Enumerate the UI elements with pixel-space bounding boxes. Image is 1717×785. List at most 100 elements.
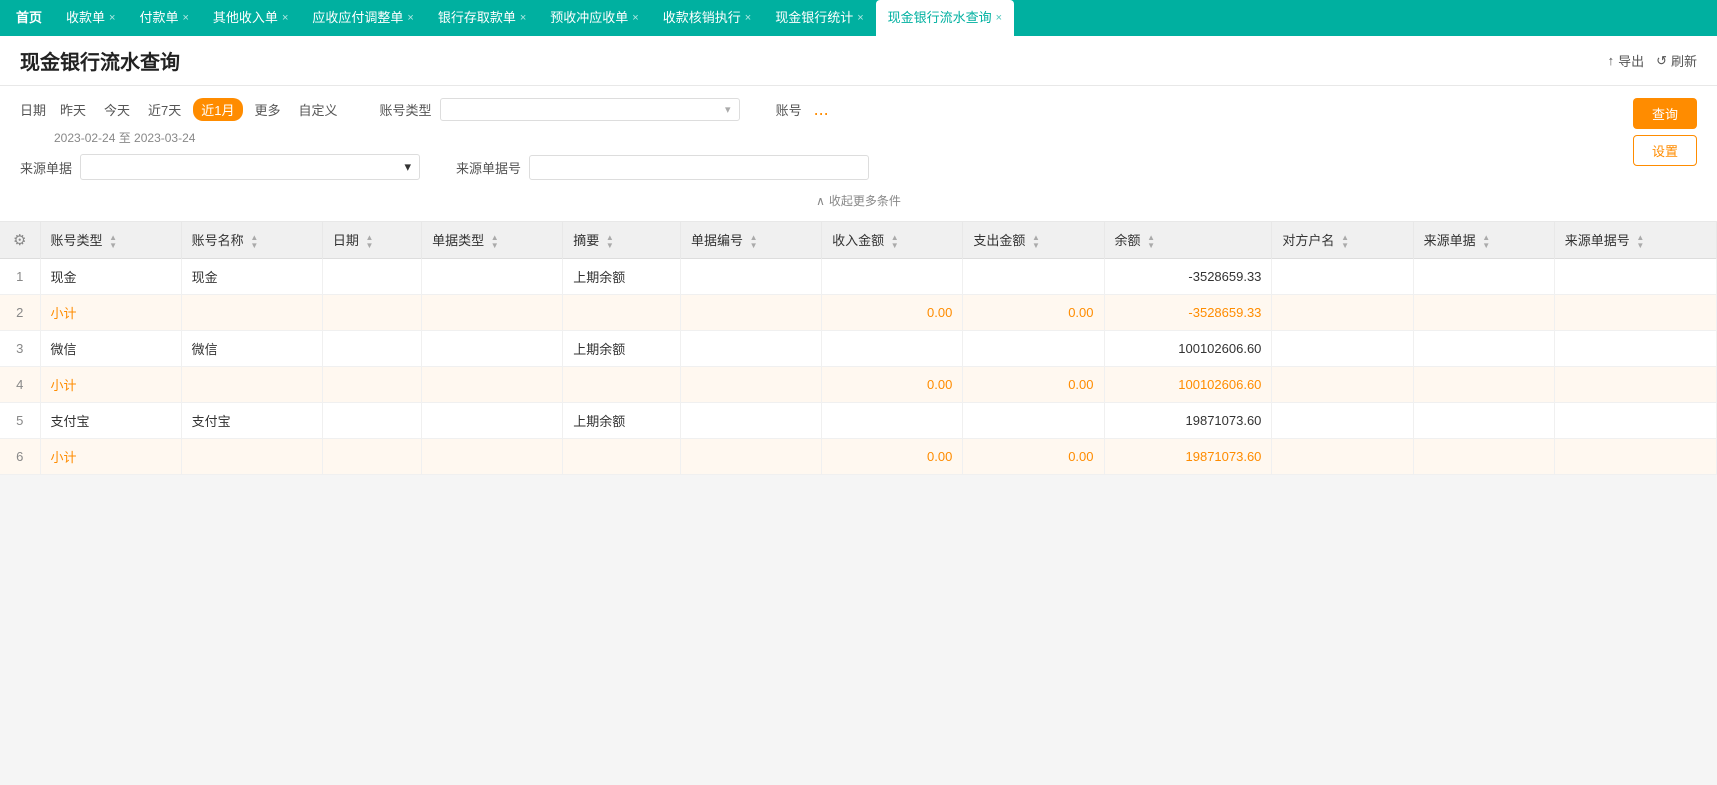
row-source-doc — [1413, 438, 1554, 474]
source-doc-no-input[interactable] — [529, 155, 869, 180]
filter-row-2: 来源单据 ▾ 来源单据号 — [20, 154, 1621, 180]
nav-cash-bank-stats-close[interactable]: × — [857, 0, 863, 36]
row-account-name: 现金 — [181, 258, 322, 294]
table-row[interactable]: 2小计0.000.00-3528659.33 — [0, 294, 1717, 330]
row-account-type: 小计 — [40, 438, 181, 474]
row-balance: 19871073.60 — [1104, 438, 1272, 474]
nav-cash-bank-stats[interactable]: 现金银行统计 × — [763, 0, 875, 36]
nav-cash-bank-flow[interactable]: 现金银行流水查询 × — [876, 0, 1014, 36]
row-no: 3 — [0, 330, 40, 366]
table-row[interactable]: 5支付宝支付宝上期余额19871073.60 — [0, 402, 1717, 438]
settings-gear-icon[interactable]: ⚙ — [13, 232, 26, 249]
table-row[interactable]: 6小计0.000.0019871073.60 — [0, 438, 1717, 474]
row-summary — [563, 294, 681, 330]
date-opt-7days[interactable]: 近7天 — [142, 98, 187, 121]
row-balance: -3528659.33 — [1104, 294, 1272, 330]
date-opt-custom[interactable]: 自定义 — [293, 98, 344, 121]
export-button[interactable]: ↑ 导出 — [1608, 51, 1645, 70]
row-counterpart — [1272, 294, 1413, 330]
col-doc-no[interactable]: 单据编号 ▲▼ — [680, 222, 821, 258]
nav-cash-bank-flow-close[interactable]: × — [996, 0, 1002, 36]
row-date — [322, 330, 421, 366]
row-balance: -3528659.33 — [1104, 258, 1272, 294]
account-type-select[interactable]: ▾ — [440, 98, 740, 121]
nav-prepay-offset[interactable]: 预收冲应收单 × — [538, 0, 650, 36]
query-button[interactable]: 查询 — [1633, 98, 1697, 129]
nav-ar-ap-adjust-close[interactable]: × — [407, 0, 413, 36]
nav-payment-close[interactable]: × — [182, 0, 188, 36]
col-doc-type[interactable]: 单据类型 ▲▼ — [422, 222, 563, 258]
nav-receipt-writeoff[interactable]: 收款核销执行 × — [651, 0, 763, 36]
nav-bank-deposit-close[interactable]: × — [520, 0, 526, 36]
sort-source-doc-no-icon: ▲▼ — [1636, 234, 1644, 250]
col-account-name[interactable]: 账号名称 ▲▼ — [181, 222, 322, 258]
col-counterpart[interactable]: 对方户名 ▲▼ — [1272, 222, 1413, 258]
row-account-type: 现金 — [40, 258, 181, 294]
nav-receipt-writeoff-close[interactable]: × — [745, 0, 751, 36]
account-ellipsis-button[interactable]: ... — [810, 99, 833, 120]
nav-home[interactable]: 首页 — [4, 0, 54, 36]
row-doc-no — [680, 438, 821, 474]
settings-button[interactable]: 设置 — [1633, 135, 1697, 166]
col-gear[interactable]: ⚙ — [0, 222, 40, 258]
sort-expense-icon: ▲▼ — [1032, 234, 1040, 250]
row-source-doc-no — [1554, 402, 1716, 438]
source-doc-select[interactable]: ▾ — [80, 154, 420, 180]
row-date — [322, 438, 421, 474]
row-no: 2 — [0, 294, 40, 330]
account-filter-group: 账号 ... — [776, 99, 833, 120]
page-title: 现金银行流水查询 — [20, 46, 180, 75]
nav-receipt-close[interactable]: × — [109, 0, 115, 36]
sort-date-icon: ▲▼ — [365, 234, 373, 250]
sort-source-doc-icon: ▲▼ — [1482, 234, 1490, 250]
row-date — [322, 366, 421, 402]
col-source-doc-no[interactable]: 来源单据号 ▲▼ — [1554, 222, 1716, 258]
date-opt-today[interactable]: 今天 — [98, 98, 136, 121]
collapse-bar[interactable]: ∧ 收起更多条件 — [20, 188, 1697, 213]
row-source-doc-no — [1554, 438, 1716, 474]
col-summary[interactable]: 摘要 ▲▼ — [563, 222, 681, 258]
row-source-doc — [1413, 402, 1554, 438]
table-row[interactable]: 3微信微信上期余额100102606.60 — [0, 330, 1717, 366]
col-source-doc[interactable]: 来源单据 ▲▼ — [1413, 222, 1554, 258]
table-container: ⚙ 账号类型 ▲▼ 账号名称 ▲▼ 日期 ▲▼ 单据类型 ▲▼ — [0, 222, 1717, 475]
col-date[interactable]: 日期 ▲▼ — [322, 222, 421, 258]
right-buttons: 查询 设置 — [1633, 98, 1697, 166]
col-expense[interactable]: 支出金额 ▲▼ — [963, 222, 1104, 258]
date-opt-yesterday[interactable]: 昨天 — [54, 98, 92, 121]
nav-home-label: 首页 — [16, 0, 42, 36]
col-balance[interactable]: 余额 ▲▼ — [1104, 222, 1272, 258]
table-row[interactable]: 4小计0.000.00100102606.60 — [0, 366, 1717, 402]
nav-receipt[interactable]: 收款单 × — [54, 0, 127, 36]
nav-prepay-offset-close[interactable]: × — [632, 0, 638, 36]
row-balance: 100102606.60 — [1104, 366, 1272, 402]
row-account-name — [181, 294, 322, 330]
table-row[interactable]: 1现金现金上期余额-3528659.33 — [0, 258, 1717, 294]
nav-other-income-close[interactable]: × — [282, 0, 288, 36]
row-date — [322, 258, 421, 294]
col-account-type[interactable]: 账号类型 ▲▼ — [40, 222, 181, 258]
nav-ar-ap-adjust[interactable]: 应收应付调整单 × — [300, 0, 425, 36]
row-summary: 上期余额 — [563, 258, 681, 294]
sort-doc-no-icon: ▲▼ — [750, 234, 758, 250]
col-income[interactable]: 收入金额 ▲▼ — [822, 222, 963, 258]
account-type-label: 账号类型 — [380, 100, 432, 119]
date-opt-1month[interactable]: 近1月 — [193, 98, 242, 121]
nav-payment[interactable]: 付款单 × — [127, 0, 200, 36]
sort-counterpart-icon: ▲▼ — [1341, 234, 1349, 250]
nav-other-income[interactable]: 其他收入单 × — [201, 0, 300, 36]
refresh-button[interactable]: ↺ 刷新 — [1656, 51, 1697, 70]
source-doc-no-filter: 来源单据号 — [456, 155, 869, 180]
row-doc-type — [422, 366, 563, 402]
date-opt-more[interactable]: 更多 — [249, 98, 287, 121]
nav-bank-deposit[interactable]: 银行存取款单 × — [426, 0, 538, 36]
account-label: 账号 — [776, 100, 802, 119]
row-no: 5 — [0, 402, 40, 438]
row-counterpart — [1272, 438, 1413, 474]
row-doc-no — [680, 258, 821, 294]
row-counterpart — [1272, 330, 1413, 366]
source-doc-no-label: 来源单据号 — [456, 158, 521, 177]
row-doc-type — [422, 402, 563, 438]
export-label: 导出 — [1618, 51, 1644, 70]
source-doc-arrow-icon: ▾ — [404, 159, 411, 175]
